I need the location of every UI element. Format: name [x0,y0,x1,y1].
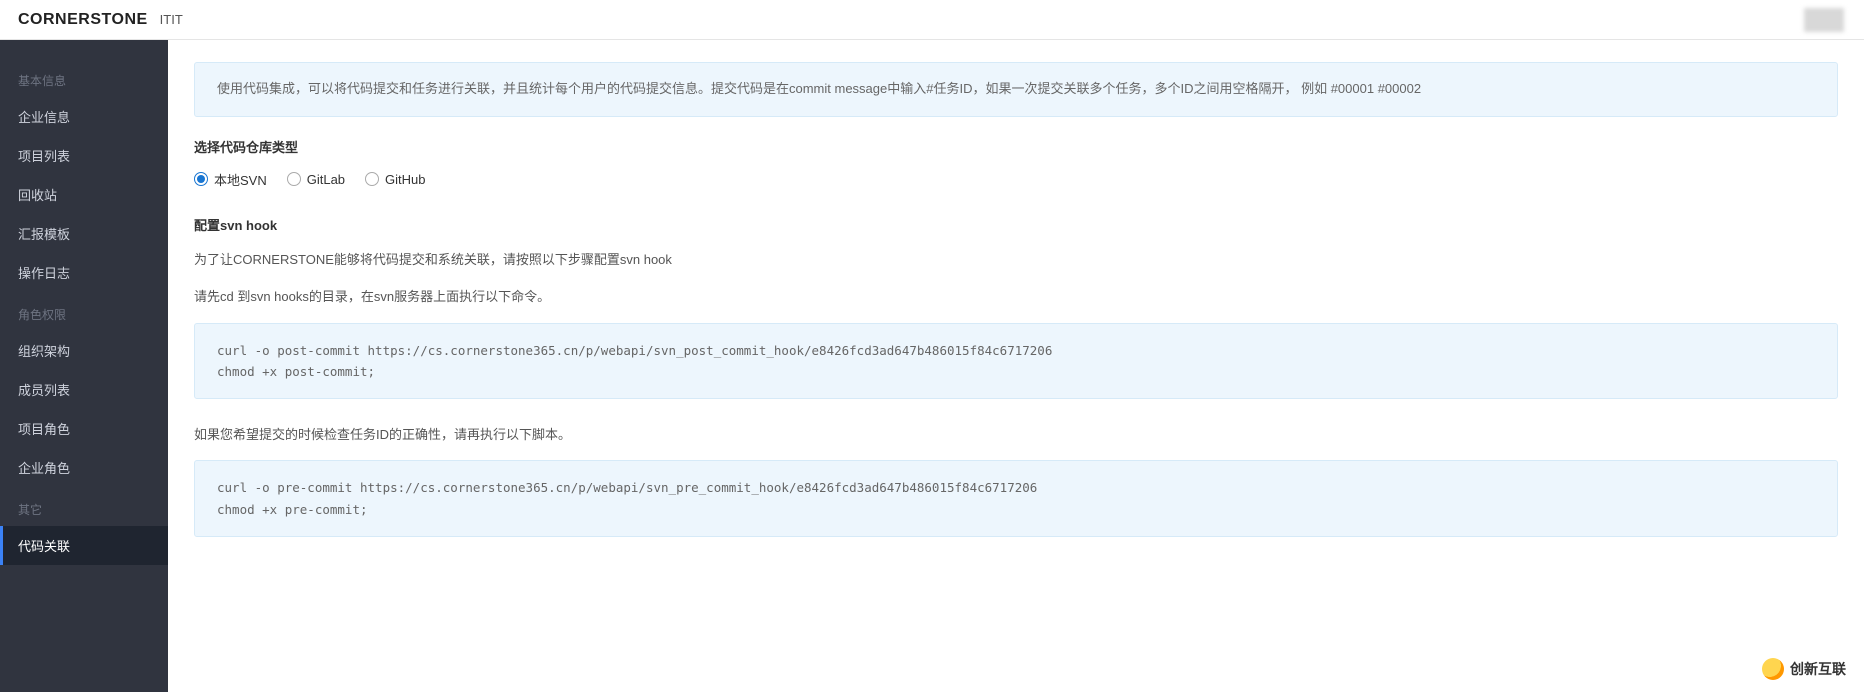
sidebar-item-company-role[interactable]: 企业角色 [0,448,168,487]
sidebar-section-other: 其它 [0,487,168,526]
config-desc-3: 如果您希望提交的时候检查任务ID的正确性，请再执行以下脚本。 [194,423,1838,446]
radio-local-svn[interactable]: 本地SVN [194,170,267,189]
radio-icon [287,172,301,186]
main-content: 使用代码集成，可以将代码提交和任务进行关联，并且统计每个用户的代码提交信息。提交… [168,40,1864,692]
watermark-text: 创新互联 [1790,659,1846,679]
sidebar-item-recycle-bin[interactable]: 回收站 [0,175,168,214]
sidebar: 基本信息 企业信息 项目列表 回收站 汇报模板 操作日志 角色权限 组织架构 成… [0,40,168,692]
info-banner: 使用代码集成，可以将代码提交和任务进行关联，并且统计每个用户的代码提交信息。提交… [194,62,1838,117]
sidebar-item-project-list[interactable]: 项目列表 [0,136,168,175]
team-name: ITIT [160,12,183,27]
sidebar-item-project-role[interactable]: 项目角色 [0,409,168,448]
sidebar-item-member-list[interactable]: 成员列表 [0,370,168,409]
avatar[interactable] [1804,8,1844,32]
sidebar-section-role: 角色权限 [0,292,168,331]
config-desc-1: 为了让CORNERSTONE能够将代码提交和系统关联，请按照以下步骤配置svn … [194,248,1838,271]
sidebar-item-report-template[interactable]: 汇报模板 [0,214,168,253]
radio-label: GitLab [307,172,345,187]
top-header: CORNERSTONE ITIT [0,0,1864,40]
code-block-pre-commit: curl -o pre-commit https://cs.cornerston… [194,460,1838,537]
radio-label: GitHub [385,172,425,187]
code-block-post-commit: curl -o post-commit https://cs.cornersto… [194,323,1838,400]
config-desc-2: 请先cd 到svn hooks的目录，在svn服务器上面执行以下命令。 [194,285,1838,308]
radio-label: 本地SVN [214,170,267,189]
watermark-icon [1762,658,1784,680]
repo-type-heading: 选择代码仓库类型 [194,137,1838,156]
repo-type-radio-group: 本地SVN GitLab GitHub [194,170,1838,189]
radio-icon [365,172,379,186]
sidebar-item-org-structure[interactable]: 组织架构 [0,331,168,370]
sidebar-section-basic: 基本信息 [0,58,168,97]
watermark: 创新互联 [1762,658,1846,680]
sidebar-item-code-link[interactable]: 代码关联 [0,526,168,565]
radio-icon [194,172,208,186]
config-heading: 配置svn hook [194,215,1838,234]
radio-gitlab[interactable]: GitLab [287,172,345,187]
sidebar-item-company-info[interactable]: 企业信息 [0,97,168,136]
radio-github[interactable]: GitHub [365,172,425,187]
sidebar-item-operation-log[interactable]: 操作日志 [0,253,168,292]
logo-text: CORNERSTONE [18,11,148,29]
